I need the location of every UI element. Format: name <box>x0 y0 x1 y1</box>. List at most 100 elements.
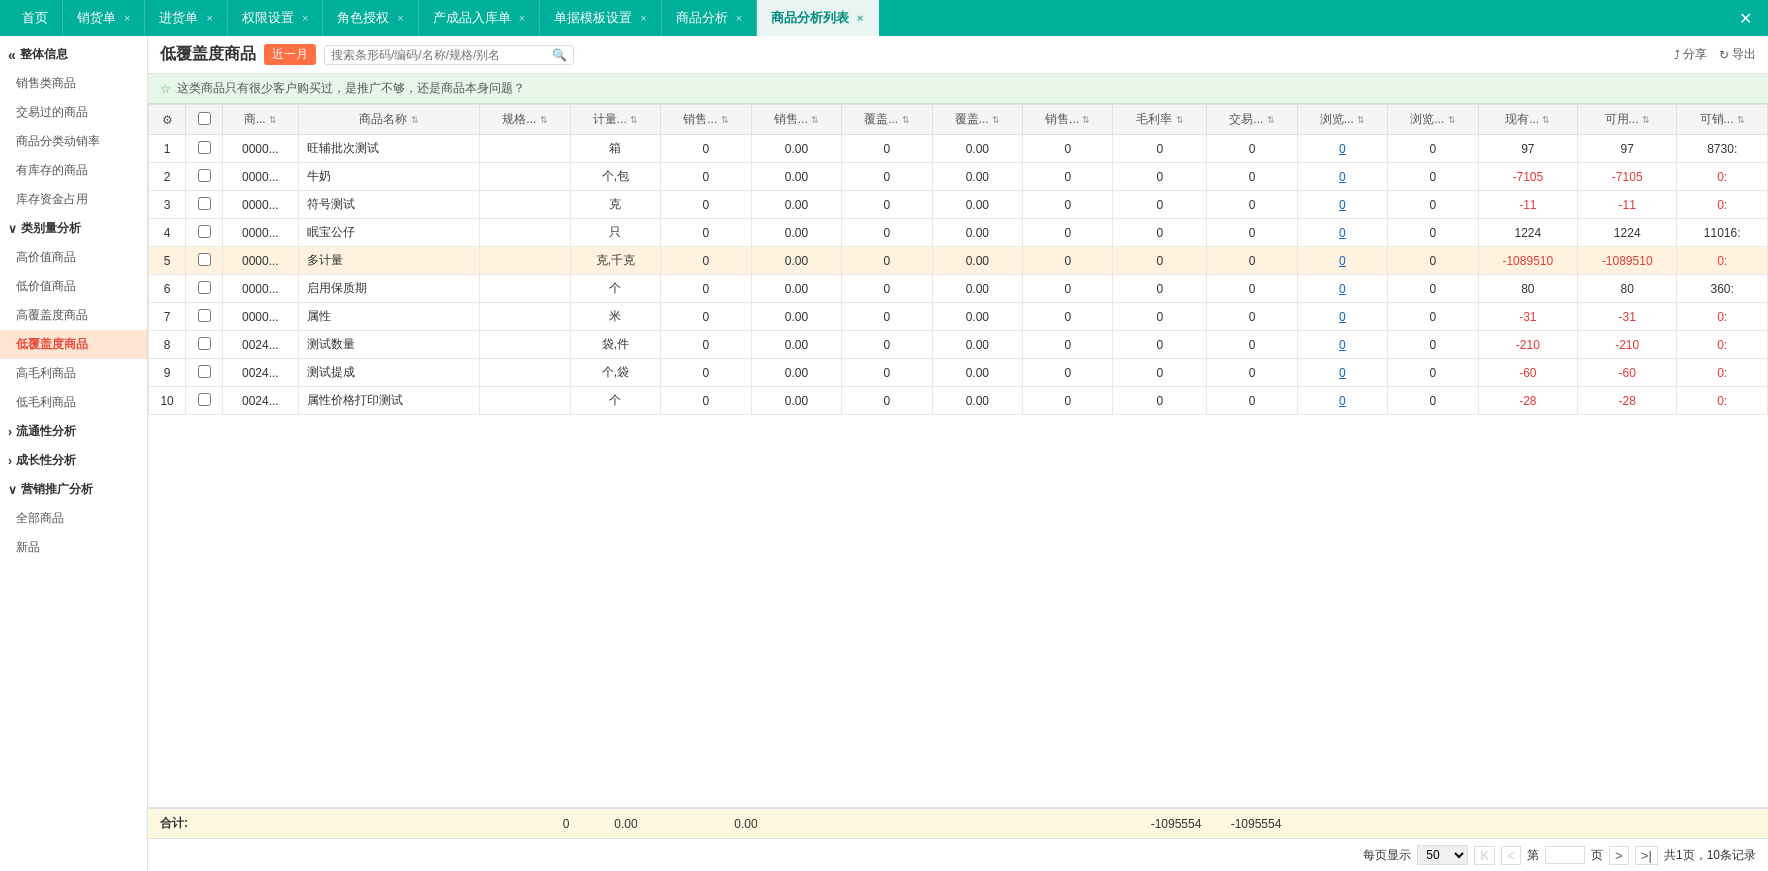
sidebar-item-high_profit[interactable]: 高毛利商品 <box>0 359 147 388</box>
sidebar-item-goods_trend[interactable]: 商品分类动销率 <box>0 127 147 156</box>
col-header-coverage2[interactable]: 覆盖... ⇅ <box>932 105 1022 135</box>
col-sort-available[interactable]: 可用... ⇅ <box>1605 112 1650 126</box>
col-header-gross_margin[interactable]: 毛利率 ⇅ <box>1113 105 1207 135</box>
nav-tab-close-roles[interactable]: × <box>397 12 403 24</box>
browse-link[interactable]: 0 <box>1339 198 1346 212</box>
row-select-checkbox[interactable] <box>198 365 211 378</box>
export-button[interactable]: ↻ 导出 <box>1719 46 1756 63</box>
row-select-checkbox[interactable] <box>198 169 211 182</box>
data-table-container[interactable]: ⚙ 商... ⇅ 商品名称 ⇅ 规格... ⇅ 计量... ⇅ 销售... ⇅ 销售... … <box>148 104 1768 807</box>
nav-tab-home[interactable]: 首页 <box>8 0 63 36</box>
col-header-saleable[interactable]: 可销... ⇅ <box>1677 105 1768 135</box>
sidebar-item-low_profit[interactable]: 低毛利商品 <box>0 388 147 417</box>
first-page-button[interactable]: K <box>1474 846 1495 865</box>
nav-tab-analysis[interactable]: 商品分析× <box>662 0 757 36</box>
col-sort-sales_amt[interactable]: 销售... ⇅ <box>774 112 819 126</box>
nav-tab-close-permissions[interactable]: × <box>302 12 308 24</box>
col-sort-saleable[interactable]: 可销... ⇅ <box>1700 112 1745 126</box>
col-header-unit[interactable]: 计量... ⇅ <box>570 105 660 135</box>
nav-tab-close-analysis[interactable]: × <box>736 12 742 24</box>
nav-tab-products_in[interactable]: 产成品入库单× <box>419 0 540 36</box>
sidebar-item-low_value[interactable]: 低价值商品 <box>0 272 147 301</box>
col-sort-sales_qty[interactable]: 销售... ⇅ <box>683 112 728 126</box>
col-sort-unit[interactable]: 计量... ⇅ <box>593 112 638 126</box>
row-select-checkbox[interactable] <box>198 141 211 154</box>
sidebar-item-capital[interactable]: 库存资金占用 <box>0 185 147 214</box>
col-sort-sales_period[interactable]: 销售... ⇅ <box>1045 112 1090 126</box>
sidebar-flow-header[interactable]: › 流通性分析 <box>0 417 147 446</box>
sidebar-item-low_coverage[interactable]: 低覆盖度商品 <box>0 330 147 359</box>
browse-link[interactable]: 0 <box>1339 170 1346 184</box>
page-input[interactable]: 1 <box>1545 846 1585 864</box>
browse-link[interactable]: 0 <box>1339 366 1346 380</box>
col-header-code[interactable]: 商... ⇅ <box>222 105 298 135</box>
nav-tab-analysis_list[interactable]: 商品分析列表× <box>757 0 878 36</box>
row-select-checkbox[interactable] <box>198 197 211 210</box>
browse-link[interactable]: 0 <box>1339 394 1346 408</box>
search-input[interactable] <box>331 48 548 62</box>
browse-link[interactable]: 0 <box>1339 142 1346 156</box>
browse-link[interactable]: 0 <box>1339 310 1346 324</box>
col-header-browse1[interactable]: 浏览... ⇅ <box>1297 105 1387 135</box>
browse-link[interactable]: 0 <box>1339 226 1346 240</box>
browse-link[interactable]: 0 <box>1339 282 1346 296</box>
sidebar-item-all_goods[interactable]: 全部商品 <box>0 504 147 533</box>
nav-tab-permissions[interactable]: 权限设置× <box>228 0 323 36</box>
col-header-sales_qty[interactable]: 销售... ⇅ <box>661 105 751 135</box>
row-select-checkbox[interactable] <box>198 281 211 294</box>
col-sort-spec[interactable]: 规格... ⇅ <box>502 112 547 126</box>
row-select-checkbox[interactable] <box>198 309 211 322</box>
nav-tab-close-template[interactable]: × <box>640 12 646 24</box>
col-header-sales_period[interactable]: 销售... ⇅ <box>1023 105 1113 135</box>
row-select-checkbox[interactable] <box>198 393 211 406</box>
browse-link[interactable]: 0 <box>1339 254 1346 268</box>
nav-tab-close-analysis_list[interactable]: × <box>857 12 863 24</box>
col-sort-transaction[interactable]: 交易... ⇅ <box>1229 112 1274 126</box>
sidebar-marketing-header[interactable]: ∨ 营销推广分析 <box>0 475 147 504</box>
nav-tab-roles[interactable]: 角色授权× <box>323 0 418 36</box>
sidebar-overall-header[interactable]: « 整体信息 <box>0 40 147 69</box>
sidebar-item-traded_goods[interactable]: 交易过的商品 <box>0 98 147 127</box>
next-page-button[interactable]: > <box>1609 846 1629 865</box>
nav-tab-sales[interactable]: 销货单× <box>63 0 145 36</box>
nav-tab-close-sales[interactable]: × <box>124 12 130 24</box>
time-filter-button[interactable]: 近一月 <box>264 44 316 65</box>
col-sort-name[interactable]: 商品名称 ⇅ <box>359 112 418 126</box>
col-sort-current_stock[interactable]: 现有... ⇅ <box>1505 112 1550 126</box>
per-page-select[interactable]: 2050100 <box>1417 845 1468 865</box>
last-page-button[interactable]: >| <box>1635 846 1658 865</box>
col-header-available[interactable]: 可用... ⇅ <box>1578 105 1677 135</box>
row-select-checkbox[interactable] <box>198 253 211 266</box>
sidebar-category-header[interactable]: ∨ 类别量分析 <box>0 214 147 243</box>
window-close-button[interactable]: ✕ <box>1731 9 1760 28</box>
col-sort-gross_margin[interactable]: 毛利率 ⇅ <box>1136 112 1183 126</box>
prev-page-button[interactable]: < <box>1501 846 1521 865</box>
settings-icon[interactable]: ⚙ <box>162 113 173 127</box>
sidebar-item-high_coverage[interactable]: 高覆盖度商品 <box>0 301 147 330</box>
sidebar-item-new_goods[interactable]: 新品 <box>0 533 147 562</box>
nav-tab-template[interactable]: 单据模板设置× <box>540 0 661 36</box>
col-sort-coverage2[interactable]: 覆盖... ⇅ <box>955 112 1000 126</box>
col-sort-code[interactable]: 商... ⇅ <box>244 112 277 126</box>
share-button[interactable]: ⤴ 分享 <box>1674 46 1707 63</box>
sidebar-item-in_stock[interactable]: 有库存的商品 <box>0 156 147 185</box>
sidebar-item-sales_goods[interactable]: 销售类商品 <box>0 69 147 98</box>
col-sort-browse2[interactable]: 浏览... ⇅ <box>1410 112 1455 126</box>
row-select-checkbox[interactable] <box>198 337 211 350</box>
nav-tab-purchase[interactable]: 进货单× <box>145 0 227 36</box>
col-header-browse2[interactable]: 浏览... ⇅ <box>1388 105 1478 135</box>
select-all-checkbox[interactable] <box>198 112 211 125</box>
nav-tab-close-products_in[interactable]: × <box>519 12 525 24</box>
col-header-spec[interactable]: 规格... ⇅ <box>480 105 570 135</box>
col-header-sales_amt[interactable]: 销售... ⇅ <box>751 105 841 135</box>
browse-link[interactable]: 0 <box>1339 338 1346 352</box>
col-sort-browse1[interactable]: 浏览... ⇅ <box>1320 112 1365 126</box>
col-header-current_stock[interactable]: 现有... ⇅ <box>1478 105 1577 135</box>
col-sort-coverage1[interactable]: 覆盖... ⇅ <box>864 112 909 126</box>
sidebar-growth-header[interactable]: › 成长性分析 <box>0 446 147 475</box>
nav-tab-close-purchase[interactable]: × <box>206 12 212 24</box>
sidebar-item-high_value[interactable]: 高价值商品 <box>0 243 147 272</box>
col-header-name[interactable]: 商品名称 ⇅ <box>298 105 479 135</box>
col-header-transaction[interactable]: 交易... ⇅ <box>1207 105 1297 135</box>
row-select-checkbox[interactable] <box>198 225 211 238</box>
